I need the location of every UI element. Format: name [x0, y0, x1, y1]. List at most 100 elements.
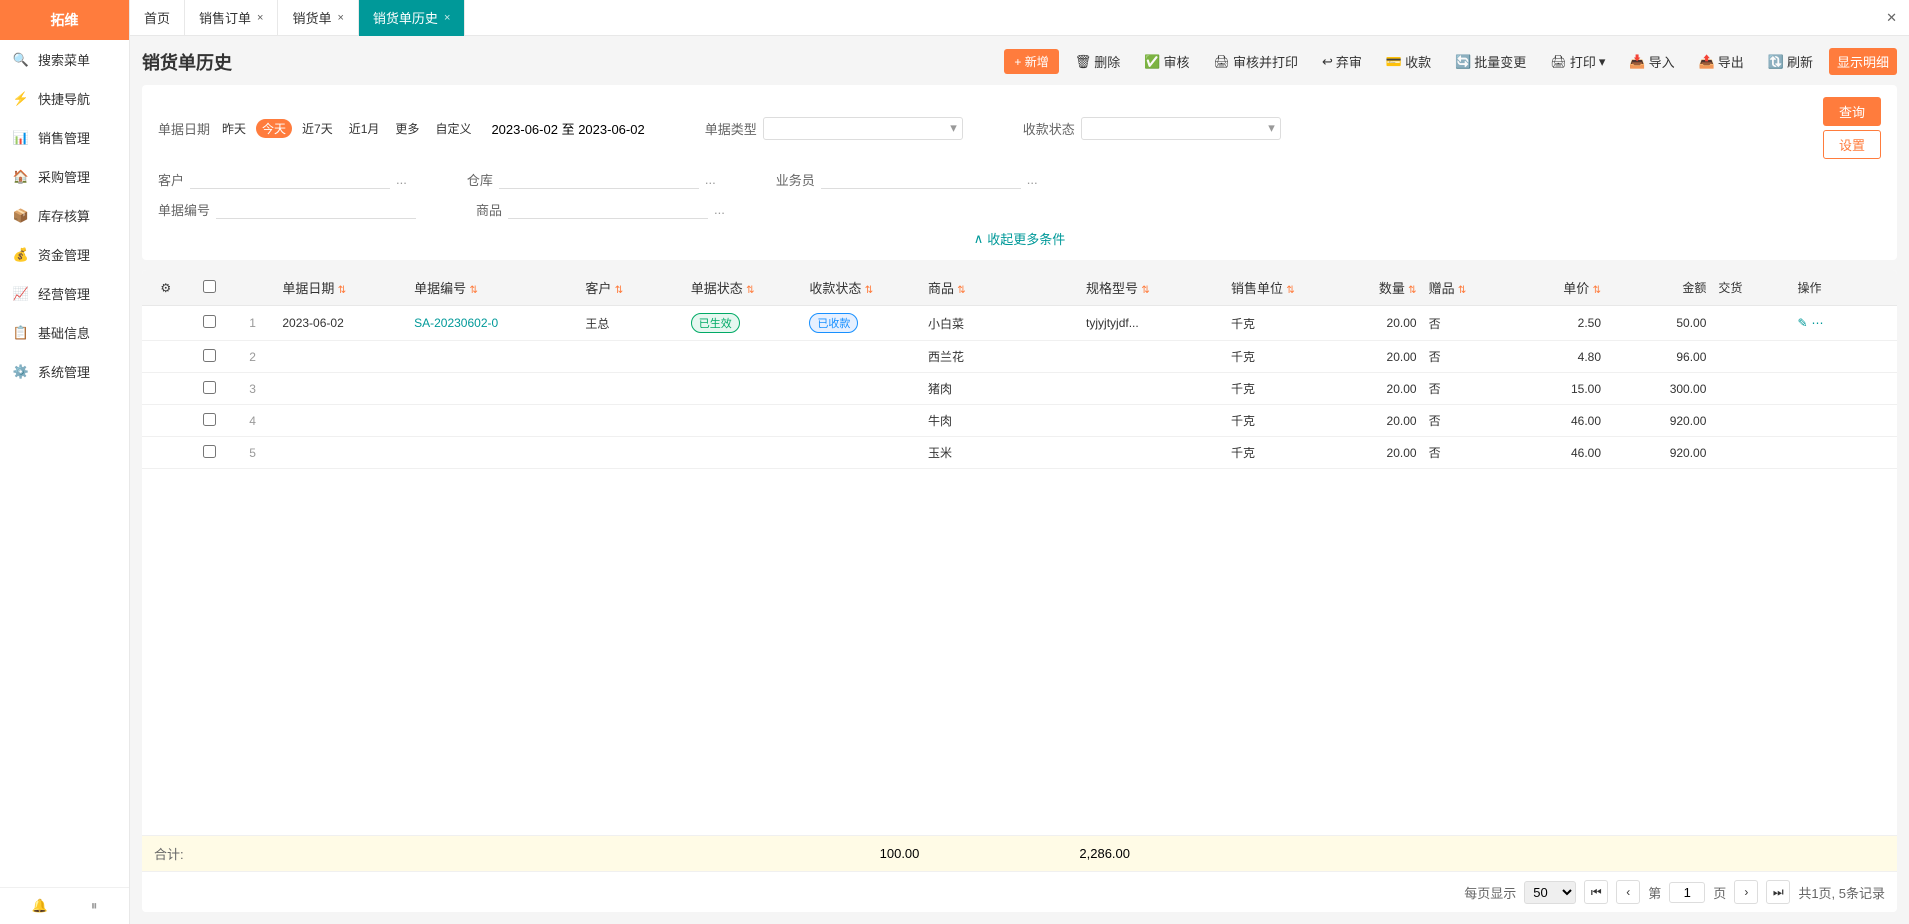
- sidebar-item-search[interactable]: 🔍 搜索菜单: [0, 40, 129, 79]
- filter-panel: 单据日期 昨天 今天 近7天 近1月 更多 自定义 2023-06-02 至 2…: [142, 85, 1897, 260]
- td-doc-no[interactable]: [408, 373, 579, 405]
- td-payment-status: 已收款: [803, 306, 922, 341]
- th-doc-no[interactable]: 单据编号 ⇅: [408, 270, 579, 306]
- td-doc-no[interactable]: [408, 341, 579, 373]
- goods-ellipsis[interactable]: ...: [714, 202, 725, 217]
- sidebar-item-system[interactable]: ⚙️ 系统管理: [0, 352, 129, 391]
- row-checkbox[interactable]: [203, 445, 216, 458]
- action-link[interactable]: ✎: [1797, 316, 1807, 330]
- td-goods: 西兰花: [922, 341, 1080, 373]
- row-checkbox[interactable]: [203, 381, 216, 394]
- date-pill-1month[interactable]: 近1月: [343, 119, 386, 138]
- th-check[interactable]: [189, 270, 229, 306]
- date-pill-yesterday[interactable]: 昨天: [216, 119, 252, 138]
- select-all-checkbox[interactable]: [203, 280, 216, 293]
- tab-sales-history-close[interactable]: ×: [444, 12, 450, 24]
- sidebar-bottom-icon2[interactable]: ⏸: [91, 898, 98, 914]
- tab-sales-order[interactable]: 销售订单 ×: [185, 0, 278, 36]
- next-page-btn[interactable]: ›: [1734, 880, 1758, 904]
- td-check[interactable]: [189, 437, 229, 469]
- row-checkbox[interactable]: [203, 413, 216, 426]
- filter-salesperson-label: 业务员: [776, 170, 815, 189]
- abandon-button[interactable]: ↩ 弃审: [1314, 48, 1370, 75]
- refresh-button[interactable]: 🔃 刷新: [1760, 48, 1821, 75]
- td-row-num: 3: [229, 373, 276, 405]
- th-payment-status[interactable]: 收款状态 ⇅: [803, 270, 922, 306]
- sidebar-item-operations[interactable]: 📈 经营管理: [0, 274, 129, 313]
- new-button[interactable]: + 新增: [1004, 49, 1058, 74]
- td-check[interactable]: [189, 306, 229, 341]
- th-gear[interactable]: ⚙: [142, 270, 189, 306]
- filter-doc-type-select[interactable]: [763, 117, 963, 140]
- td-doc-no[interactable]: [408, 405, 579, 437]
- td-check[interactable]: [189, 373, 229, 405]
- warehouse-ellipsis[interactable]: ...: [705, 172, 716, 187]
- page-title: 销货单历史: [142, 49, 232, 75]
- td-doc-no[interactable]: [408, 437, 579, 469]
- audit-button[interactable]: ✅ 审核: [1136, 48, 1197, 75]
- audit-print-button[interactable]: 🖨 审核并打印: [1205, 48, 1306, 75]
- first-page-btn[interactable]: ⏮: [1584, 880, 1608, 904]
- date-pill-7days[interactable]: 近7天: [296, 119, 339, 138]
- date-pill-custom[interactable]: 自定义: [429, 119, 477, 138]
- date-pill-today[interactable]: 今天: [256, 119, 292, 138]
- action-link[interactable]: ⋯: [1812, 316, 1824, 330]
- settings-button[interactable]: 设置: [1823, 130, 1881, 159]
- collect-button[interactable]: 💳 收款: [1378, 48, 1439, 75]
- tab-sales-goods[interactable]: 销货单 ×: [278, 0, 358, 36]
- th-customer[interactable]: 客户 ⇅: [579, 270, 684, 306]
- td-check[interactable]: [189, 341, 229, 373]
- sidebar-item-basic[interactable]: 📋 基础信息: [0, 313, 129, 352]
- tab-sales-history[interactable]: 销货单历史 ×: [359, 0, 465, 36]
- collapse-btn[interactable]: ∧ 收起更多条件: [158, 229, 1881, 248]
- th-doc-date[interactable]: 单据日期 ⇅: [276, 270, 408, 306]
- import-button[interactable]: 📥 导入: [1621, 48, 1682, 75]
- sidebar-item-purchase[interactable]: 🏠 采购管理: [0, 157, 129, 196]
- th-doc-date-label: 单据日期: [282, 281, 334, 296]
- row-checkbox[interactable]: [203, 315, 216, 328]
- filter-customer-input[interactable]: [190, 169, 390, 189]
- filter-warehouse-input[interactable]: [499, 169, 699, 189]
- sidebar-item-inventory[interactable]: 📦 库存核算: [0, 196, 129, 235]
- filter-docno-input[interactable]: [216, 199, 416, 219]
- tab-sales-order-close[interactable]: ×: [257, 12, 263, 24]
- th-spec[interactable]: 规格型号 ⇅: [1080, 270, 1225, 306]
- tab-sales-goods-close[interactable]: ×: [337, 12, 343, 24]
- batch-change-button[interactable]: 🔄 批量变更: [1447, 48, 1534, 75]
- date-pill-more[interactable]: 更多: [389, 119, 425, 138]
- query-button[interactable]: 查询: [1823, 97, 1881, 126]
- td-doc-no[interactable]: SA-20230602-0: [408, 306, 579, 341]
- sidebar-item-sales[interactable]: 📊 销售管理: [0, 118, 129, 157]
- td-qty: 20.00: [1330, 373, 1422, 405]
- th-price[interactable]: 单价 ⇅: [1502, 270, 1607, 306]
- per-page-select[interactable]: 50 100: [1524, 881, 1576, 904]
- sidebar-item-quick-nav[interactable]: ⚡ 快捷导航: [0, 79, 129, 118]
- filter-payment-status-select[interactable]: [1081, 117, 1281, 140]
- last-page-btn[interactable]: ⏭: [1766, 880, 1790, 904]
- salesperson-ellipsis[interactable]: ...: [1027, 172, 1038, 187]
- th-unit[interactable]: 销售单位 ⇅: [1225, 270, 1330, 306]
- td-check[interactable]: [189, 405, 229, 437]
- page-input[interactable]: [1669, 882, 1705, 903]
- td-doc-date: [276, 437, 408, 469]
- print-button[interactable]: 🖨 打印 ▾: [1542, 48, 1613, 75]
- export-button[interactable]: 📤 导出: [1691, 48, 1752, 75]
- show-detail-button[interactable]: 显示明细: [1829, 48, 1897, 75]
- row-checkbox[interactable]: [203, 349, 216, 362]
- prev-page-btn[interactable]: ‹: [1616, 880, 1640, 904]
- th-goods[interactable]: 商品 ⇅: [922, 270, 1080, 306]
- filter-goods-input[interactable]: [508, 199, 708, 219]
- filter-salesperson-input[interactable]: [821, 169, 1021, 189]
- customer-ellipsis[interactable]: ...: [396, 172, 407, 187]
- td-doc-status: 已生效: [685, 306, 804, 341]
- sidebar-item-finance[interactable]: 💰 资金管理: [0, 235, 129, 274]
- table-empty-space: [142, 469, 1897, 835]
- th-gift[interactable]: 赠品 ⇅: [1423, 270, 1502, 306]
- tab-close-all[interactable]: ✕: [1874, 10, 1909, 26]
- export-icon: 📤: [1699, 54, 1715, 70]
- th-doc-status[interactable]: 单据状态 ⇅: [685, 270, 804, 306]
- th-qty[interactable]: 数量 ⇅: [1330, 270, 1422, 306]
- sidebar-bottom-icon1[interactable]: 🔔: [32, 898, 48, 914]
- tab-home[interactable]: 首页: [130, 0, 185, 36]
- delete-button[interactable]: 🗑 删除: [1067, 48, 1129, 75]
